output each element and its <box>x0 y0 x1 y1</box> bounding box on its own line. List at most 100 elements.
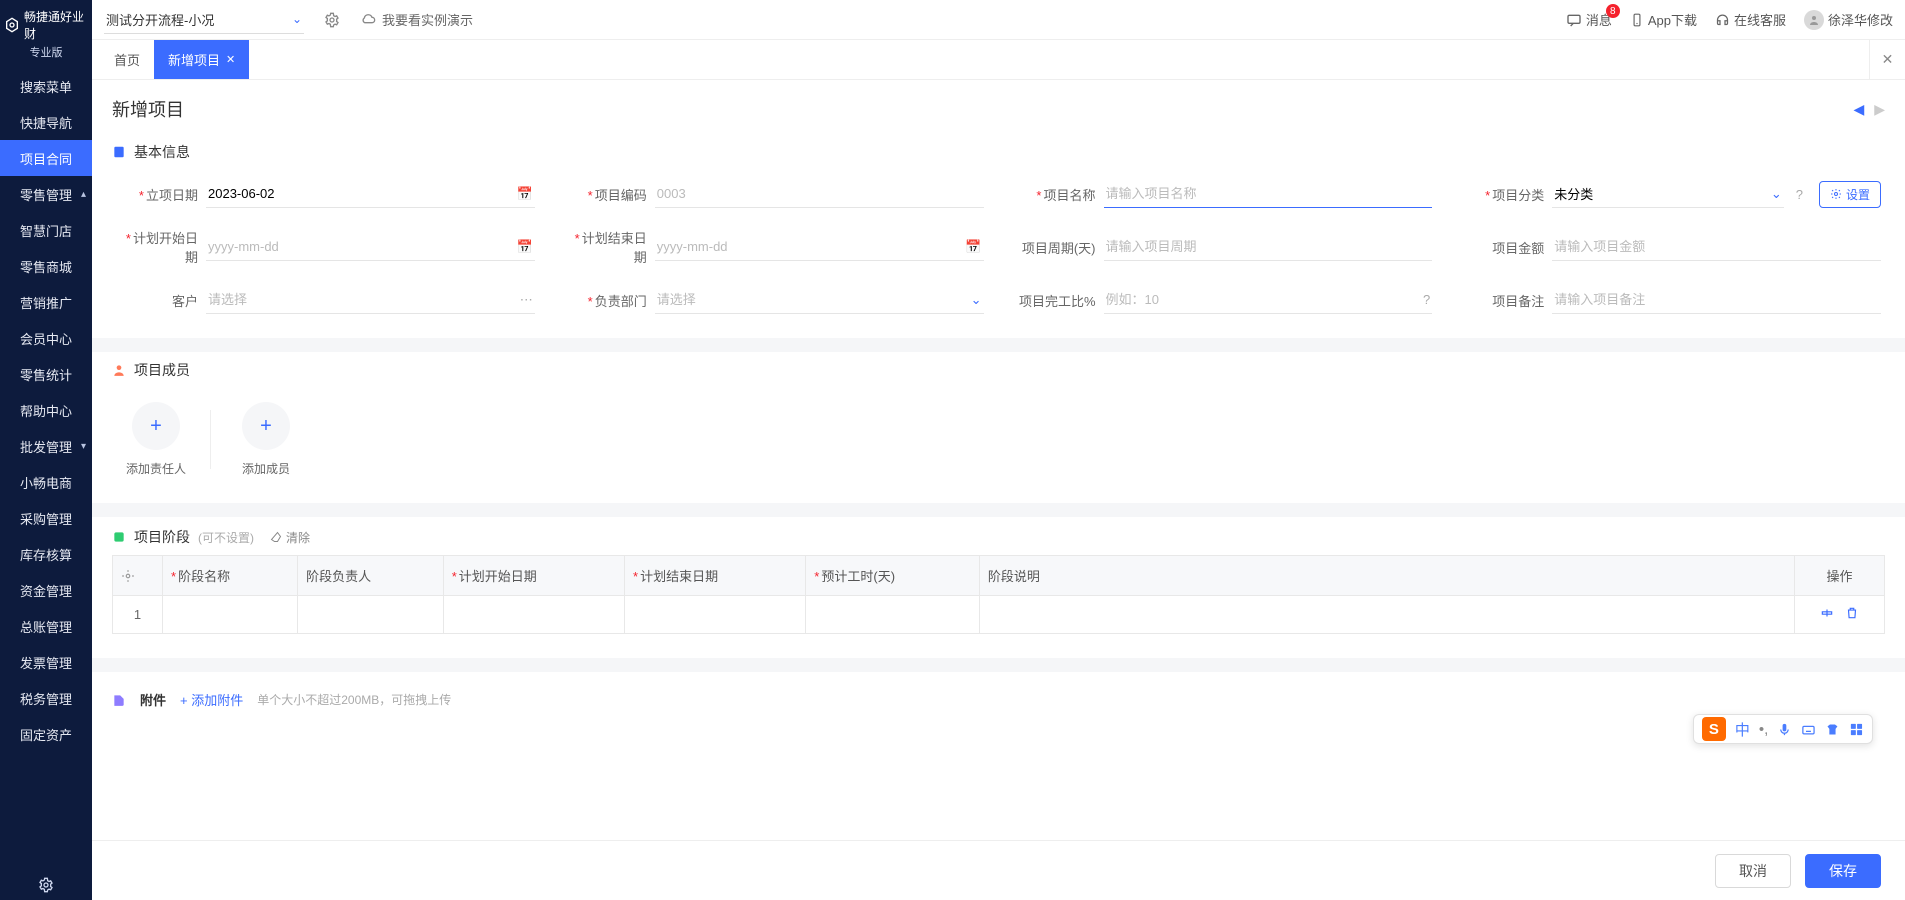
field-plan-end: *计划结束日期 📅 <box>565 228 984 266</box>
process-select[interactable]: 测试分开流程-小况 ⌄ <box>104 6 304 34</box>
sidebar: 畅捷通好业财 专业版 搜索菜单快捷导航项目合同零售管理▴智慧门店零售商城营销推广… <box>0 0 92 900</box>
messages[interactable]: 消息 8 <box>1566 10 1612 29</box>
form-basic: *立项日期 📅 *项目编码 *项目名称 *项目分类 <box>92 170 1905 338</box>
section-attach-label: 附件 <box>140 690 166 709</box>
app-download[interactable]: App下载 <box>1630 10 1697 29</box>
add-leader: + 添加责任人 <box>116 402 196 477</box>
sidebar-item-5[interactable]: 零售商城 <box>0 248 92 284</box>
complete-pct-input[interactable] <box>1104 286 1420 313</box>
main: 测试分开流程-小况 ⌄ 我要看实例演示 消息 8 App下载 <box>92 0 1905 900</box>
tab-1[interactable]: 新增项目✕ <box>154 40 249 79</box>
field-plan-start: *计划开始日期 📅 <box>116 228 535 266</box>
sidebar-item-18[interactable]: 固定资产 <box>0 716 92 752</box>
field-dept: *负责部门 ⌄ <box>565 286 984 314</box>
category-input[interactable] <box>1552 180 1771 207</box>
close-panel-icon[interactable]: ✕ <box>1869 40 1905 79</box>
category-settings-button[interactable]: 设置 <box>1819 181 1881 208</box>
cell-start[interactable] <box>443 596 624 634</box>
field-setup-date: *立项日期 📅 <box>116 180 535 208</box>
topbar-right: 消息 8 App下载 在线客服 徐泽华修改 <box>1566 10 1893 30</box>
sidebar-item-7[interactable]: 会员中心 <box>0 320 92 356</box>
customer-input[interactable] <box>206 286 520 313</box>
sidebar-item-14[interactable]: 资金管理 <box>0 572 92 608</box>
period-input[interactable] <box>1104 233 1433 261</box>
sidebar-item-3[interactable]: 零售管理▴ <box>0 176 92 212</box>
cell-desc[interactable] <box>979 596 1794 634</box>
sidebar-settings[interactable] <box>0 870 92 900</box>
chevron-down-icon[interactable]: ⌄ <box>971 292 982 308</box>
save-button[interactable]: 保存 <box>1805 854 1881 888</box>
app-label: App下载 <box>1648 10 1697 29</box>
delete-row-icon <box>1845 606 1859 620</box>
sidebar-item-13[interactable]: 库存核算 <box>0 536 92 572</box>
calendar-icon[interactable]: 📅 <box>517 186 533 202</box>
logo-block: 畅捷通好业财 专业版 <box>0 0 92 68</box>
cell-hours[interactable] <box>806 596 980 634</box>
name-input[interactable] <box>1104 180 1433 208</box>
cancel-button[interactable]: 取消 <box>1715 854 1791 888</box>
user-menu[interactable]: 徐泽华修改 <box>1804 10 1893 30</box>
cloud-icon <box>360 12 376 28</box>
code-input[interactable] <box>655 180 984 208</box>
add-leader-button[interactable]: + <box>132 402 180 450</box>
sidebar-item-6[interactable]: 营销推广 <box>0 284 92 320</box>
demo-link[interactable]: 我要看实例演示 <box>360 10 473 29</box>
close-icon[interactable]: ✕ <box>226 53 235 66</box>
more-icon[interactable]: ⋯ <box>520 292 533 308</box>
cell-name[interactable] <box>163 596 298 634</box>
gear-col[interactable] <box>113 556 163 596</box>
help-icon[interactable]: ? <box>1796 187 1803 202</box>
toolbox-icon[interactable] <box>1849 722 1864 737</box>
setup-date-input[interactable] <box>206 180 517 207</box>
calendar-icon[interactable]: 📅 <box>965 239 981 255</box>
field-category: *项目分类 ⌄ ? 设置 <box>1462 180 1881 208</box>
avatar <box>1804 10 1824 30</box>
amount-input[interactable] <box>1552 233 1881 261</box>
remark-input[interactable] <box>1552 286 1881 314</box>
mic-icon[interactable] <box>1777 722 1792 737</box>
settings-icon[interactable] <box>324 12 340 28</box>
cell-op[interactable] <box>1795 596 1885 634</box>
cell-owner[interactable] <box>298 596 444 634</box>
sidebar-item-0[interactable]: 搜索菜单 <box>0 68 92 104</box>
sidebar-item-10[interactable]: 批发管理▾ <box>0 428 92 464</box>
stage-table: *阶段名称 阶段负责人 *计划开始日期 *计划结束日期 *预计工时(天) 阶段说… <box>112 555 1885 634</box>
stage-table-wrap: *阶段名称 阶段负责人 *计划开始日期 *计划结束日期 *预计工时(天) 阶段说… <box>92 555 1905 658</box>
sidebar-item-16[interactable]: 发票管理 <box>0 644 92 680</box>
chevron-down-icon[interactable]: ⌄ <box>1771 186 1782 202</box>
sidebar-item-11[interactable]: 小畅电商 <box>0 464 92 500</box>
plan-start-input[interactable] <box>206 233 517 260</box>
page-head: 新增项目 ◀ ▶ <box>92 80 1905 134</box>
sidebar-item-15[interactable]: 总账管理 <box>0 608 92 644</box>
ime-cn[interactable]: 中 <box>1735 719 1750 740</box>
sidebar-item-9[interactable]: 帮助中心 <box>0 392 92 428</box>
msg-badge: 8 <box>1606 4 1620 18</box>
cell-end[interactable] <box>625 596 806 634</box>
add-member-button[interactable]: + <box>242 402 290 450</box>
add-attachment[interactable]: + 添加附件 <box>180 690 243 709</box>
sidebar-item-1[interactable]: 快捷导航 <box>0 104 92 140</box>
ime-bar[interactable]: S 中 •, <box>1693 714 1873 744</box>
prev-icon[interactable]: ◀ <box>1853 101 1864 118</box>
sidebar-item-17[interactable]: 税务管理 <box>0 680 92 716</box>
skin-icon[interactable] <box>1825 722 1840 737</box>
sidebar-item-8[interactable]: 零售统计 <box>0 356 92 392</box>
next-icon[interactable]: ▶ <box>1874 101 1885 118</box>
help-icon[interactable]: ? <box>1423 292 1430 307</box>
stage-row[interactable]: 1 <box>113 596 1885 634</box>
keyboard-icon[interactable] <box>1801 722 1816 737</box>
caret-icon: ▾ <box>81 441 86 452</box>
gear-icon <box>1830 188 1842 200</box>
sidebar-item-12[interactable]: 采购管理 <box>0 500 92 536</box>
ime-punct-icon[interactable]: •, <box>1759 721 1768 738</box>
dept-input[interactable] <box>655 286 971 313</box>
user-name: 徐泽华修改 <box>1828 10 1893 29</box>
page-nav: ◀ ▶ <box>1853 101 1885 118</box>
sidebar-item-4[interactable]: 智慧门店 <box>0 212 92 248</box>
plan-end-input[interactable] <box>655 233 966 260</box>
calendar-icon[interactable]: 📅 <box>517 239 533 255</box>
tab-0[interactable]: 首页 <box>100 40 154 79</box>
stages-clear[interactable]: 清除 <box>270 529 310 546</box>
online-service[interactable]: 在线客服 <box>1715 10 1786 29</box>
sidebar-item-2[interactable]: 项目合同 <box>0 140 92 176</box>
